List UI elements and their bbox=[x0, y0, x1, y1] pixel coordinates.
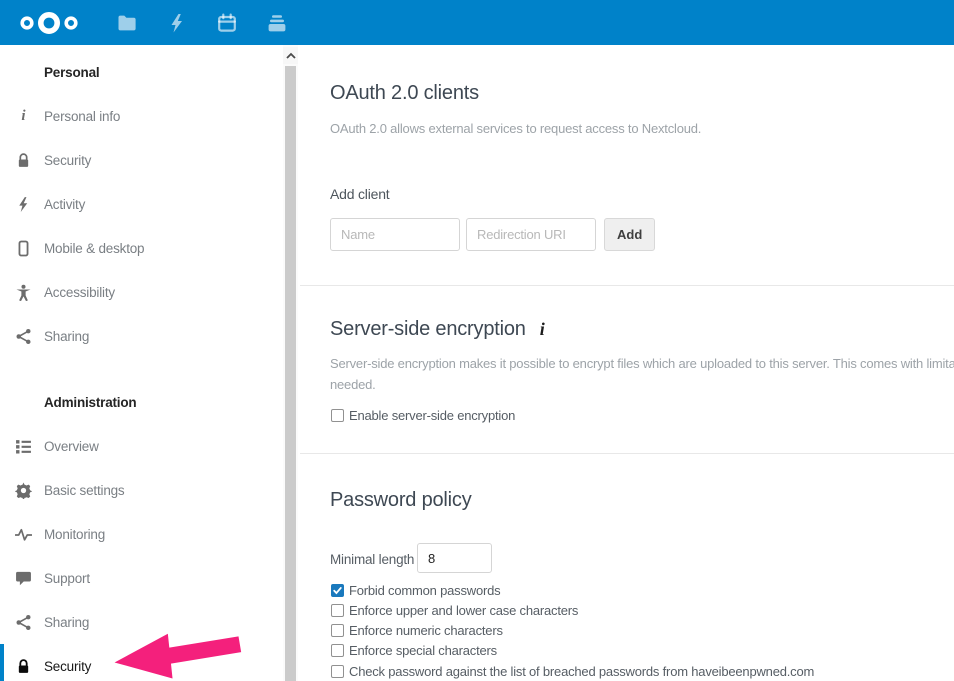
enforce-numeric-checkbox[interactable] bbox=[331, 624, 344, 637]
section-divider bbox=[300, 453, 954, 454]
calendar-app-button[interactable] bbox=[202, 0, 252, 45]
minimal-length-label: Minimal length bbox=[330, 552, 414, 567]
encryption-description-line1: Server-side encryption makes it possible… bbox=[330, 356, 954, 371]
app-navigation bbox=[102, 0, 302, 45]
share-icon bbox=[15, 328, 32, 345]
folder-icon bbox=[116, 12, 138, 34]
sidebar-item-sharing-admin[interactable]: Sharing bbox=[0, 600, 283, 644]
sidebar-item-personal-info[interactable]: i Personal info bbox=[0, 94, 283, 138]
nextcloud-settings-security-page: Personal i Personal info Security Activi… bbox=[0, 0, 954, 681]
sidebar-item-sharing-personal[interactable]: Sharing bbox=[0, 314, 283, 358]
pulse-icon bbox=[15, 526, 32, 543]
sidebar-item-security-admin[interactable]: Security bbox=[0, 644, 283, 681]
check-hibp-row[interactable]: Check password against the list of breac… bbox=[331, 664, 814, 679]
info-icon: i bbox=[15, 108, 32, 125]
enforce-special-row[interactable]: Enforce special characters bbox=[331, 643, 497, 658]
add-client-heading: Add client bbox=[330, 186, 389, 202]
sidebar-item-security-personal[interactable]: Security bbox=[0, 138, 283, 182]
lightning-icon bbox=[166, 12, 188, 34]
forbid-common-passwords-checkbox[interactable] bbox=[331, 584, 344, 597]
forbid-common-passwords-row[interactable]: Forbid common passwords bbox=[331, 583, 500, 598]
activity-app-button[interactable] bbox=[152, 0, 202, 45]
enforce-case-checkbox[interactable] bbox=[331, 604, 344, 617]
info-icon[interactable]: i bbox=[540, 319, 545, 339]
client-name-input[interactable] bbox=[330, 218, 460, 251]
files-app-button[interactable] bbox=[102, 0, 152, 45]
sidebar-item-mobile-desktop[interactable]: Mobile & desktop bbox=[0, 226, 283, 270]
encryption-section-title: Server-side encryptioni bbox=[330, 318, 545, 341]
check-hibp-checkbox[interactable] bbox=[331, 665, 344, 678]
sidebar-section-personal: Personal bbox=[0, 50, 283, 94]
minimal-length-input[interactable] bbox=[417, 543, 492, 573]
sidebar-scroll-up-button[interactable] bbox=[283, 47, 298, 64]
enable-encryption-label: Enable server-side encryption bbox=[349, 408, 515, 423]
chevron-up-icon bbox=[285, 51, 297, 60]
sidebar-item-accessibility[interactable]: Accessibility bbox=[0, 270, 283, 314]
password-policy-section-title: Password policy bbox=[330, 489, 472, 512]
sidebar-item-support[interactable]: Support bbox=[0, 556, 283, 600]
sidebar-section-administration: Administration bbox=[0, 380, 283, 424]
chat-icon bbox=[15, 570, 32, 587]
enable-encryption-checkbox[interactable] bbox=[331, 409, 344, 422]
enforce-numeric-row[interactable]: Enforce numeric characters bbox=[331, 623, 503, 638]
enforce-case-row[interactable]: Enforce upper and lower case characters bbox=[331, 603, 578, 618]
lightning-icon bbox=[15, 196, 32, 213]
top-header-bar bbox=[0, 0, 954, 45]
deck-app-button[interactable] bbox=[252, 0, 302, 45]
add-client-button[interactable]: Add bbox=[604, 218, 655, 251]
sidebar-item-activity[interactable]: Activity bbox=[0, 182, 283, 226]
sidebar-item-monitoring[interactable]: Monitoring bbox=[0, 512, 283, 556]
lock-icon bbox=[15, 658, 32, 675]
gear-icon bbox=[15, 482, 32, 499]
oauth-section-title: OAuth 2.0 clients bbox=[330, 82, 479, 105]
oauth-section-description: OAuth 2.0 allows external services to re… bbox=[330, 121, 701, 136]
sidebar-item-basic-settings[interactable]: Basic settings bbox=[0, 468, 283, 512]
calendar-icon bbox=[216, 12, 238, 34]
list-icon bbox=[15, 438, 32, 455]
lock-icon bbox=[15, 152, 32, 169]
encryption-description-line2: needed. bbox=[330, 377, 376, 392]
section-divider bbox=[300, 285, 954, 286]
share-icon bbox=[15, 614, 32, 631]
enforce-special-checkbox[interactable] bbox=[331, 644, 344, 657]
redirection-uri-input[interactable] bbox=[466, 218, 596, 251]
sidebar-item-overview[interactable]: Overview bbox=[0, 424, 283, 468]
enable-encryption-checkbox-row[interactable]: Enable server-side encryption bbox=[331, 408, 515, 423]
accessibility-icon bbox=[15, 284, 32, 301]
sidebar-scrollbar-thumb[interactable] bbox=[285, 66, 296, 681]
nextcloud-logo[interactable] bbox=[10, 5, 80, 41]
deck-icon bbox=[266, 12, 288, 34]
phone-icon bbox=[15, 240, 32, 257]
